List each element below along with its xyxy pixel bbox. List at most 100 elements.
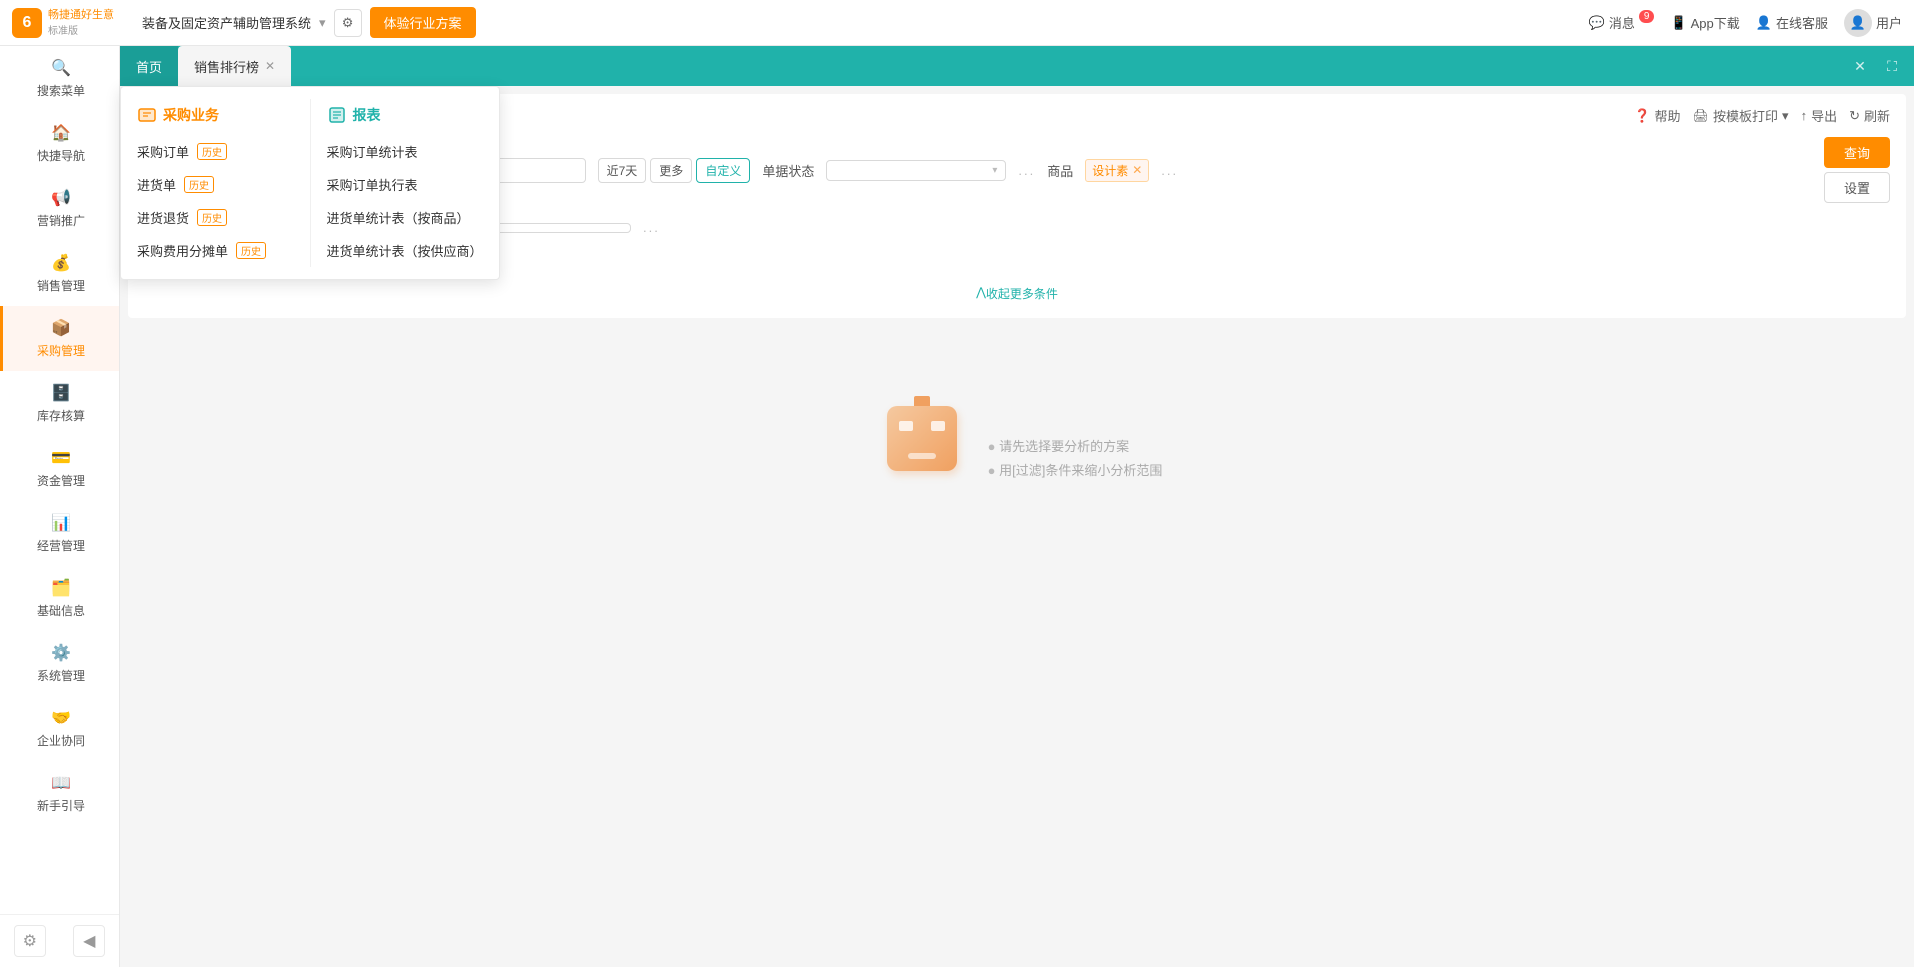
menu-item-incoming[interactable]: 进货单 历史 (137, 168, 294, 201)
tab-expand-icon[interactable]: ⛶ (1878, 52, 1906, 80)
menu-columns: 采购业务 采购订单 历史 进货单 历史 进货退货 历史 采购费用分摊单 历史 (121, 99, 499, 267)
query-button[interactable]: 查询 (1824, 137, 1890, 168)
sidebar-item-finance[interactable]: 💳 资金管理 (0, 436, 119, 501)
sidebar-item-guide[interactable]: 📖 新手引导 (0, 761, 119, 826)
sidebar-item-operation[interactable]: 📊 经营管理 (0, 501, 119, 566)
expense-label: 采购费用分摊单 (137, 241, 228, 260)
menu-report-col: 报表 采购订单统计表 采购订单执行表 进货单统计表（按商品） 进货单统计表（按供… (311, 99, 500, 267)
empty-tip1: 请先选择要分析的方案 (988, 435, 1163, 459)
dropdown-arrow-icon[interactable]: ▾ (319, 15, 326, 31)
quick-7days-button[interactable]: 近7天 (598, 158, 647, 183)
purchase-section-label: 采购业务 (163, 105, 219, 125)
history-badge-1: 历史 (184, 176, 214, 193)
app-download-button[interactable]: 📱 App下载 (1670, 13, 1739, 32)
menu-item-expense[interactable]: 采购费用分摊单 历史 (137, 234, 294, 267)
quick-more-button[interactable]: 更多 (650, 158, 692, 183)
set-button[interactable]: 设置 (1824, 172, 1890, 203)
print-button[interactable]: 🖨 按模板打印 ▾ (1693, 106, 1789, 125)
operation-icon: 📊 (51, 513, 71, 533)
print-icon: 🖨 (1693, 108, 1710, 124)
doc-status-field[interactable]: ▾ (826, 160, 1006, 181)
print-dropdown-icon: ▾ (1782, 108, 1789, 124)
doc-status-arrow-icon: ▾ (992, 165, 997, 176)
collapse-text: 收起更多条件 (986, 285, 1058, 302)
tab-close-icon[interactable]: ✕ (265, 59, 275, 73)
filter-actions: 查询 设置 (1824, 137, 1890, 203)
sidebar-item-inventory[interactable]: 🗄️ 库存核算 (0, 371, 119, 436)
tab-sales-ranking[interactable]: 销售排行榜 ✕ (178, 46, 291, 86)
sidebar-collapse-btn[interactable]: ◀ (73, 925, 105, 957)
purchase-exec-label: 采购订单执行表 (327, 175, 418, 194)
sidebar-item-search[interactable]: 🔍 搜索菜单 (0, 46, 119, 111)
inventory-icon: 🗄️ (51, 383, 71, 403)
menu-report-title: 报表 (327, 99, 484, 135)
sidebar-label-basic: 基础信息 (37, 602, 85, 619)
sidebar-item-nav[interactable]: 🏠 快捷导航 (0, 111, 119, 176)
sidebar-settings-btn[interactable]: ⚙ (14, 925, 46, 957)
tab-home[interactable]: 首页 (120, 46, 178, 86)
print-label: 按模板打印 (1713, 106, 1778, 125)
menu-purchase-title: 采购业务 (137, 99, 294, 135)
sidebar-label-guide: 新手引导 (37, 797, 85, 814)
menu-item-incoming-stats-supplier[interactable]: 进货单统计表（按供应商） (327, 234, 484, 267)
user-area[interactable]: 👤 用户 (1844, 9, 1902, 37)
logo-sub: 标准版 (48, 22, 114, 37)
sidebar-item-marketing[interactable]: 📢 营销推广 (0, 176, 119, 241)
date-quick-buttons: 近7天 更多 自定义 (598, 158, 751, 183)
incoming-stats-goods-label: 进货单统计表（按商品） (327, 208, 470, 227)
sales-icon: 💰 (51, 253, 71, 273)
tab-bar-right: ✕ ⛶ (1846, 52, 1914, 80)
basic-info-icon: 🗂️ (51, 578, 71, 598)
menu-item-purchase-order[interactable]: 采购订单 历史 (137, 135, 294, 168)
sidebar-label-purchase: 采购管理 (37, 342, 85, 359)
header-system: 装备及固定资产辅助管理系统 ▾ ⚙ 体验行业方案 (132, 7, 1589, 38)
sidebar-label-inventory: 库存核算 (37, 407, 85, 424)
message-badge: 9 (1639, 10, 1655, 23)
help-button[interactable]: ❓ 帮助 (1634, 106, 1680, 125)
sidebar-item-sales[interactable]: 💰 销售管理 (0, 241, 119, 306)
sidebar-item-basic-info[interactable]: 🗂️ 基础信息 (0, 566, 119, 631)
logo-icon: 6 (12, 8, 42, 38)
quick-custom-button[interactable]: 自定义 (696, 158, 750, 183)
goods-tag-close-icon[interactable]: ✕ (1132, 163, 1142, 177)
report-section-label: 报表 (353, 105, 381, 125)
refresh-button[interactable]: ↻ 刷新 (1849, 106, 1890, 125)
sidebar-label-operation: 经营管理 (37, 537, 85, 554)
empty-text: 请先选择要分析的方案 用[过滤]条件来缩小分析范围 (988, 435, 1163, 483)
avatar: 👤 (1844, 9, 1872, 37)
message-button[interactable]: 💬 消息 9 (1589, 13, 1655, 32)
help-icon: ❓ (1634, 108, 1650, 124)
salesman-ellipsis[interactable]: ... (643, 220, 660, 235)
sidebar-label-finance: 资金管理 (37, 472, 85, 489)
sidebar-item-system[interactable]: ⚙️ 系统管理 (0, 631, 119, 696)
doc-status-ellipsis[interactable]: ... (1018, 163, 1035, 178)
dropdown-menu: 采购业务 采购订单 历史 进货单 历史 进货退货 历史 采购费用分摊单 历史 (120, 86, 500, 280)
menu-item-incoming-stats-goods[interactable]: 进货单统计表（按商品） (327, 201, 484, 234)
sidebar-item-purchase[interactable]: 📦 采购管理 (0, 306, 119, 371)
online-service-button[interactable]: 👤 在线客服 (1756, 13, 1828, 32)
sidebar-label-cooperation: 企业协同 (37, 732, 85, 749)
settings-gear-icon[interactable]: ⚙ (334, 9, 362, 37)
export-icon: ↑ (1801, 108, 1808, 123)
mobile-icon: 📱 (1670, 15, 1686, 31)
collapse-row[interactable]: ⋀ 收起更多条件 (144, 281, 1890, 306)
goods-tag-text: 设计素 (1092, 162, 1128, 179)
search-icon: 🔍 (51, 58, 71, 78)
cooperation-icon: 🤝 (51, 708, 71, 728)
message-label: 消息 (1609, 13, 1635, 32)
menu-item-return[interactable]: 进货退货 历史 (137, 201, 294, 234)
export-button[interactable]: ↑ 导出 (1801, 106, 1838, 125)
sidebar-label-sales: 销售管理 (37, 277, 85, 294)
tab-bar: 首页 销售排行榜 ✕ ✕ ⛶ (120, 46, 1914, 86)
menu-item-purchase-exec[interactable]: 采购订单执行表 (327, 168, 484, 201)
goods-ellipsis[interactable]: ... (1161, 163, 1178, 178)
incoming-stats-supplier-label: 进货单统计表（按供应商） (327, 241, 483, 260)
history-badge-2: 历史 (197, 209, 227, 226)
industry-button[interactable]: 体验行业方案 (370, 7, 476, 38)
doc-status-label: 单据状态 (762, 161, 814, 180)
menu-item-purchase-stats[interactable]: 采购订单统计表 (327, 135, 484, 168)
sidebar-label-search: 搜索菜单 (37, 82, 85, 99)
goods-tag: 设计素 ✕ (1085, 159, 1149, 182)
sidebar-item-cooperation[interactable]: 🤝 企业协同 (0, 696, 119, 761)
tab-close-all-icon[interactable]: ✕ (1846, 52, 1874, 80)
